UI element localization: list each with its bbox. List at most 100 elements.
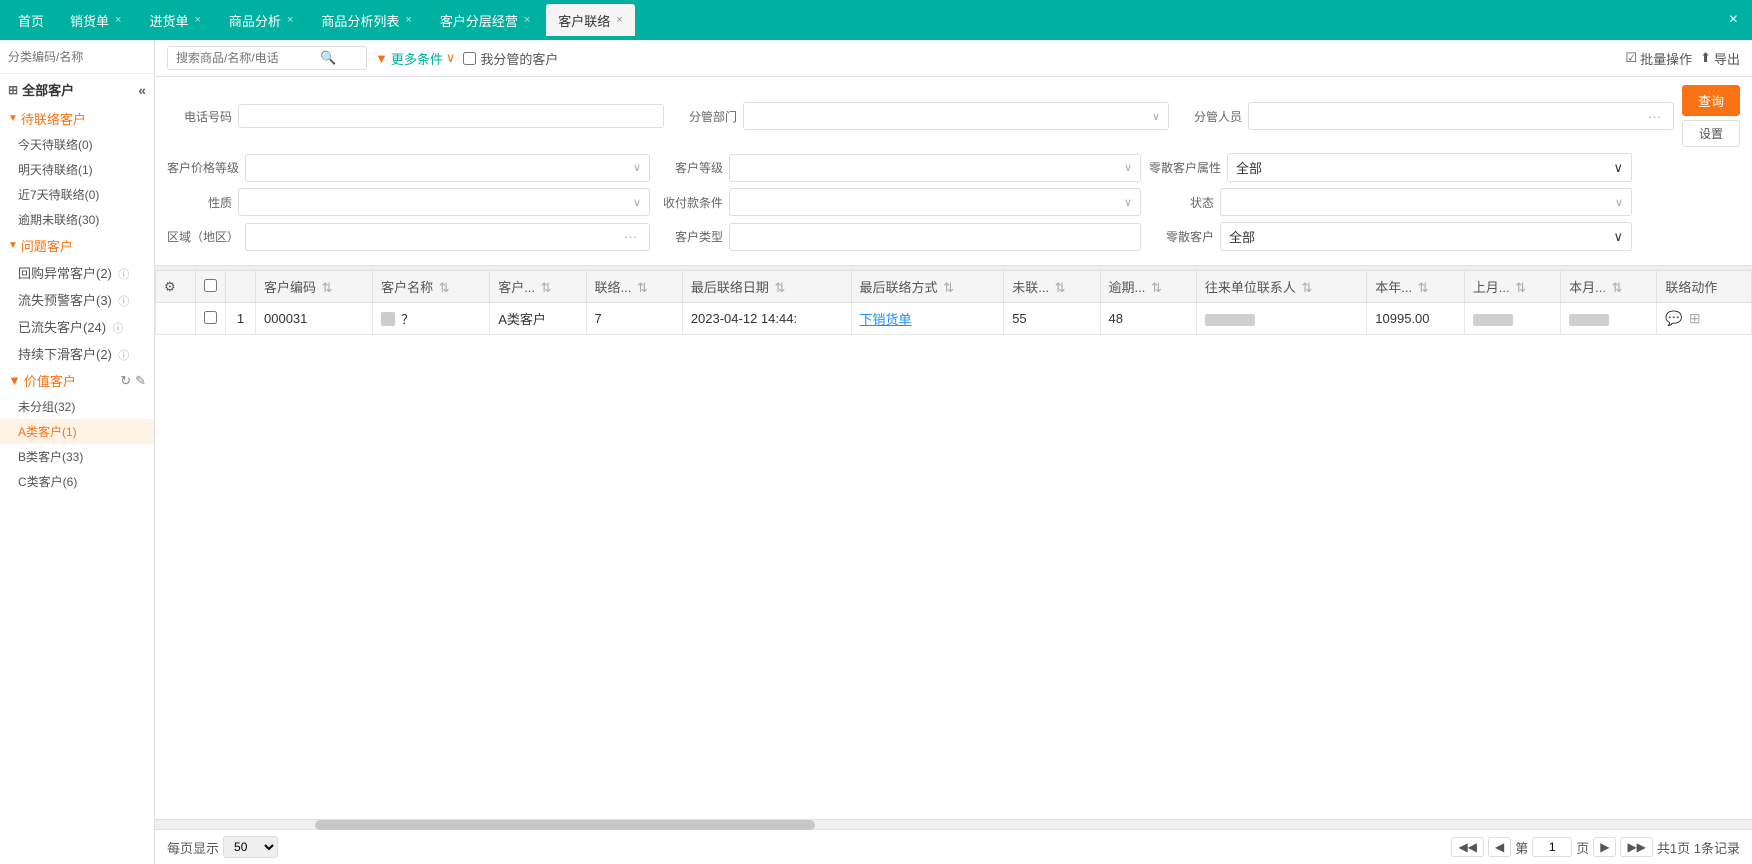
scrollbar-thumb[interactable] <box>315 820 815 830</box>
close-all-icon[interactable]: × <box>1723 11 1744 29</box>
th-code[interactable]: 客户编码 ⇅ <box>256 271 373 303</box>
action-qr-icon[interactable]: ⊞ <box>1689 310 1701 327</box>
filter-manager-input[interactable]: ··· <box>1248 102 1674 130</box>
td-checkbox[interactable] <box>196 303 226 335</box>
sidebar-item-overdue[interactable]: 逾期未联络(30) <box>0 207 154 232</box>
filter-cust-level-select[interactable]: ∨ <box>729 154 1141 182</box>
last-page-btn[interactable]: ▶▶ <box>1620 837 1652 857</box>
sidebar-item-class-a[interactable]: A类客户(1) <box>0 419 154 444</box>
footer-nav: ◀◀ ◀ 第 页 ▶ ▶▶ 共1页 1条记录 <box>1451 837 1740 857</box>
action-chat-icon[interactable]: 💬 <box>1665 310 1682 327</box>
sidebar-item-churned[interactable]: 已流失客户(24) ⓘ <box>0 313 154 340</box>
th-this-month[interactable]: 本月... ⇅ <box>1561 271 1657 303</box>
close-tab-sales-order[interactable]: × <box>115 14 121 26</box>
sidebar-item-tomorrow[interactable]: 明天待联络(1) <box>0 157 154 182</box>
th-checkbox[interactable] <box>196 271 226 303</box>
tab-purchase-order[interactable]: 进货单 × <box>137 4 212 36</box>
tab-customer-segmentation[interactable]: 客户分层经营 × <box>428 4 542 36</box>
sidebar-item-repurchase-abnormal[interactable]: 回购异常客户(2) ⓘ <box>0 259 154 286</box>
tab-customer-contact[interactable]: 客户联络 × <box>546 4 634 36</box>
retail-attr-chevron-icon: ∨ <box>1613 160 1623 176</box>
page-input[interactable] <box>1532 837 1572 857</box>
sidebar-group-pending[interactable]: ▼ 待联络客户 <box>0 105 154 132</box>
table-footer: 每页显示 50 20 100 ◀◀ ◀ 第 页 ▶ ▶▶ 共1页 1条记录 <box>155 829 1752 864</box>
th-gear[interactable]: ⚙ <box>156 271 196 303</box>
close-tab-customer-segmentation[interactable]: × <box>524 14 530 26</box>
sidebar-all-customers[interactable]: ⊞ 全部客户 « <box>0 74 154 105</box>
prev-page-btn[interactable]: ◀ <box>1488 837 1511 857</box>
page-size-select[interactable]: 50 20 100 <box>223 836 278 858</box>
filter-nature-label: 性质 <box>167 194 232 211</box>
th-this-year[interactable]: 本年... ⇅ <box>1367 271 1465 303</box>
region-dots-icon[interactable]: ··· <box>620 229 641 244</box>
close-tab-product-analysis-list[interactable]: × <box>405 14 411 26</box>
filter-status-select[interactable]: ∨ <box>1220 188 1632 216</box>
filter-manager-label: 分管人员 <box>1177 108 1242 125</box>
filter-status-label: 状态 <box>1149 194 1214 211</box>
th-name[interactable]: 客户名称 ⇅ <box>373 271 490 303</box>
sidebar-group-value[interactable]: ▼ 价值客户 ↻ ✎ <box>0 367 154 394</box>
sidebar-item-class-b[interactable]: B类客户(33) <box>0 444 154 469</box>
filter-phone-label: 电话号码 <box>167 108 232 125</box>
th-last-month[interactable]: 上月... ⇅ <box>1464 271 1560 303</box>
filter-nature-select[interactable]: ∨ <box>238 188 650 216</box>
filter-retail-attr-select[interactable]: 全部 ∨ <box>1227 153 1632 182</box>
td-last-method[interactable]: 下销货单 <box>851 303 1004 335</box>
last-month-bar <box>1473 314 1513 326</box>
nav-home[interactable]: 首页 <box>8 11 54 30</box>
my-customers-checkbox-label[interactable]: 我分管的客户 <box>463 49 558 68</box>
sidebar-collapse-btn[interactable]: « <box>138 82 146 98</box>
first-page-btn[interactable]: ◀◀ <box>1451 837 1483 857</box>
row-checkbox[interactable] <box>204 311 217 324</box>
filter-more-btn[interactable]: ▼ 更多条件 ∨ <box>375 49 455 68</box>
tab-product-analysis-list[interactable]: 商品分析列表 × <box>309 4 423 36</box>
filter-phone-input[interactable] <box>238 104 664 128</box>
tab-sales-order[interactable]: 销货单 × <box>58 4 133 36</box>
filter-cust-type-input[interactable] <box>729 223 1141 251</box>
grid-icon: ⊞ <box>8 83 18 97</box>
th-overdue[interactable]: 逾期... ⇅ <box>1100 271 1196 303</box>
filter-retail-cust-select[interactable]: 全部 ∨ <box>1220 222 1632 251</box>
export-btn[interactable]: ⬆ 导出 <box>1700 49 1740 68</box>
sidebar-item-declining[interactable]: 持续下滑客户(2) ⓘ <box>0 340 154 367</box>
sidebar-item-unclassified[interactable]: 未分组(32) <box>0 394 154 419</box>
total-record-label: 共1页 1条记录 <box>1657 838 1740 857</box>
select-all-checkbox[interactable] <box>204 279 217 292</box>
th-last-method[interactable]: 最后联络方式 ⇅ <box>851 271 1004 303</box>
manager-dots-icon[interactable]: ··· <box>1644 109 1665 124</box>
th-unit-contact[interactable]: 往来单位联系人 ⇅ <box>1196 271 1366 303</box>
filter-payment-select[interactable]: ∨ <box>729 188 1141 216</box>
next-page-btn[interactable]: ▶ <box>1593 837 1616 857</box>
th-level[interactable]: 客户... ⇅ <box>490 271 586 303</box>
filter-icon: ▼ <box>375 51 388 66</box>
close-tab-purchase-order[interactable]: × <box>194 14 200 26</box>
horizontal-scrollbar[interactable] <box>155 819 1752 829</box>
close-tab-customer-contact[interactable]: × <box>616 14 622 26</box>
filter-price-level-select[interactable]: ∨ <box>245 154 650 182</box>
sidebar-group-problem[interactable]: ▼ 问题客户 <box>0 232 154 259</box>
sidebar-item-7days[interactable]: 近7天待联络(0) <box>0 182 154 207</box>
refresh-icon[interactable]: ↻ <box>120 373 131 389</box>
sidebar-item-today[interactable]: 今天待联络(0) <box>0 132 154 157</box>
my-customers-checkbox[interactable] <box>463 52 476 65</box>
settings-button[interactable]: 设置 <box>1682 120 1740 147</box>
batch-op-btn[interactable]: ☑ 批量操作 <box>1625 49 1692 68</box>
close-tab-product-analysis[interactable]: × <box>287 14 293 26</box>
filter-region-input[interactable]: ··· <box>245 223 650 251</box>
filter-search-icon[interactable]: 🔍 <box>320 50 336 66</box>
sidebar-item-class-c[interactable]: C类客户(6) <box>0 469 154 494</box>
page-size-label: 每页显示 <box>167 838 219 857</box>
td-last-month <box>1464 303 1560 335</box>
filter-row-4: 区域（地区） ··· 客户类型 零散客户 全部 ∨ <box>167 222 1740 251</box>
th-last-date[interactable]: 最后联络日期 ⇅ <box>682 271 851 303</box>
query-button[interactable]: 查询 <box>1682 85 1740 116</box>
filter-cust-type-label: 客户类型 <box>658 228 723 245</box>
sidebar-search-input[interactable] <box>8 50 155 64</box>
tab-product-analysis[interactable]: 商品分析 × <box>217 4 305 36</box>
filter-search-input[interactable] <box>176 51 316 65</box>
filter-dept-select[interactable]: ∨ <box>743 102 1169 130</box>
sidebar-item-churn-warning[interactable]: 流失预警客户(3) ⓘ <box>0 286 154 313</box>
th-no-contact[interactable]: 未联... ⇅ <box>1004 271 1100 303</box>
th-contact-count[interactable]: 联络... ⇅ <box>586 271 682 303</box>
edit-icon[interactable]: ✎ <box>135 373 146 389</box>
